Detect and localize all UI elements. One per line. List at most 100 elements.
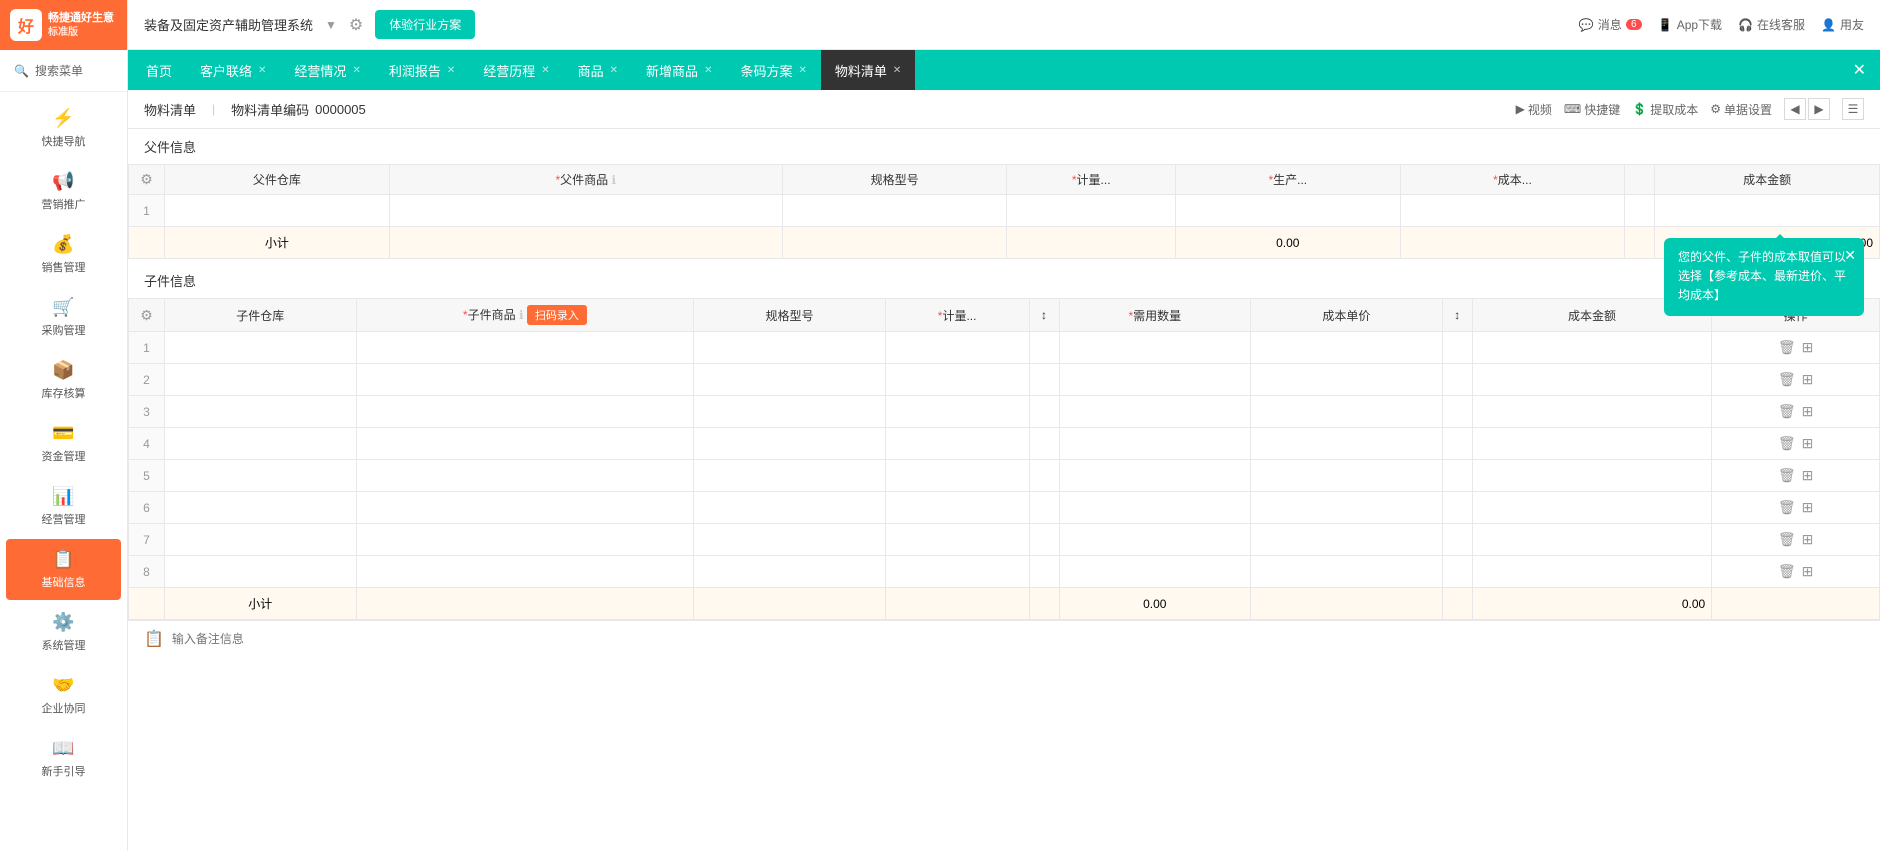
view-action[interactable]: ▶ 视频 bbox=[1516, 101, 1552, 118]
search-menu-button[interactable]: 🔍 搜索菜单 bbox=[8, 58, 119, 83]
parent-settings-gear-icon[interactable]: ⚙ bbox=[140, 171, 153, 187]
child-warehouse-3[interactable] bbox=[165, 396, 357, 428]
child-product-4[interactable] bbox=[356, 428, 694, 460]
child-warehouse-2[interactable] bbox=[165, 364, 357, 396]
child-warehouse-6[interactable] bbox=[165, 492, 357, 524]
tab-goods[interactable]: 商品 ✕ bbox=[564, 50, 632, 90]
close-profit-tab-icon[interactable]: ✕ bbox=[447, 65, 455, 76]
sidebar-item-system[interactable]: ⚙️ 系统管理 bbox=[6, 602, 121, 663]
copy-icon-4[interactable]: ⊞ bbox=[1802, 435, 1814, 452]
child-unit-cost-6[interactable] bbox=[1251, 492, 1443, 524]
delete-icon-3[interactable]: 🗑 bbox=[1778, 403, 1796, 420]
close-barcode-tab-icon[interactable]: ✕ bbox=[798, 65, 806, 76]
delete-icon-5[interactable]: 🗑 bbox=[1778, 467, 1796, 484]
child-spec-2[interactable] bbox=[694, 364, 886, 396]
child-col-settings[interactable]: ⚙ bbox=[129, 299, 165, 332]
child-unit-6[interactable] bbox=[885, 492, 1029, 524]
close-all-tabs-button[interactable]: ✕ bbox=[1843, 60, 1876, 80]
child-spec-6[interactable] bbox=[694, 492, 886, 524]
child-unit-cost-8[interactable] bbox=[1251, 556, 1443, 588]
tab-operations[interactable]: 经营情况 ✕ bbox=[280, 50, 374, 90]
child-product-info-icon[interactable]: ℹ bbox=[519, 308, 524, 322]
delete-icon-7[interactable]: 🗑 bbox=[1778, 531, 1796, 548]
cost-action[interactable]: 💲 提取成本 bbox=[1632, 101, 1698, 118]
child-unit-7[interactable] bbox=[885, 524, 1029, 556]
child-unit-cost-4[interactable] bbox=[1251, 428, 1443, 460]
parent-col-settings[interactable]: ⚙ bbox=[129, 165, 165, 195]
child-spec-7[interactable] bbox=[694, 524, 886, 556]
child-spec-8[interactable] bbox=[694, 556, 886, 588]
app-download-item[interactable]: 📱 App下载 bbox=[1658, 16, 1722, 33]
try-btn[interactable]: 体验行业方案 bbox=[375, 10, 475, 39]
scan-input-button[interactable]: 扫码录入 bbox=[527, 305, 587, 325]
parent-spec-1[interactable] bbox=[782, 195, 1007, 227]
delete-icon-6[interactable]: 🗑 bbox=[1778, 499, 1796, 516]
copy-icon-2[interactable]: ⊞ bbox=[1802, 371, 1814, 388]
sidebar-item-collaboration[interactable]: 🤝 企业协同 bbox=[6, 665, 121, 726]
close-goods-tab-icon[interactable]: ✕ bbox=[610, 65, 618, 76]
tab-profit[interactable]: 利润报告 ✕ bbox=[375, 50, 469, 90]
child-warehouse-8[interactable] bbox=[165, 556, 357, 588]
breadcrumb-bom[interactable]: 物料清单 bbox=[144, 100, 196, 119]
copy-icon-6[interactable]: ⊞ bbox=[1802, 499, 1814, 516]
child-warehouse-4[interactable] bbox=[165, 428, 357, 460]
child-product-2[interactable] bbox=[356, 364, 694, 396]
copy-icon-7[interactable]: ⊞ bbox=[1802, 531, 1814, 548]
child-unit-cost-5[interactable] bbox=[1251, 460, 1443, 492]
settings-gear-icon[interactable]: ⚙ bbox=[349, 15, 363, 35]
user-item[interactable]: 👤 用友 bbox=[1821, 16, 1864, 33]
child-warehouse-1[interactable] bbox=[165, 332, 357, 364]
delete-icon-4[interactable]: 🗑 bbox=[1778, 435, 1796, 452]
parent-product-1[interactable] bbox=[389, 195, 782, 227]
parent-sort-1[interactable] bbox=[1625, 195, 1655, 227]
child-qty-2[interactable] bbox=[1059, 364, 1251, 396]
child-qty-3[interactable] bbox=[1059, 396, 1251, 428]
child-spec-3[interactable] bbox=[694, 396, 886, 428]
child-product-8[interactable] bbox=[356, 556, 694, 588]
sidebar-item-marketing[interactable]: 📢 营销推广 bbox=[6, 161, 121, 222]
child-qty-5[interactable] bbox=[1059, 460, 1251, 492]
child-unit-cost-7[interactable] bbox=[1251, 524, 1443, 556]
delete-icon-1[interactable]: 🗑 bbox=[1778, 339, 1796, 356]
tab-home[interactable]: 首页 bbox=[132, 50, 186, 90]
child-qty-6[interactable] bbox=[1059, 492, 1251, 524]
shortcut-action[interactable]: ⌨ 快捷键 bbox=[1564, 101, 1620, 118]
child-spec-5[interactable] bbox=[694, 460, 886, 492]
child-unit-4[interactable] bbox=[885, 428, 1029, 460]
child-warehouse-5[interactable] bbox=[165, 460, 357, 492]
tab-customer[interactable]: 客户联络 ✕ bbox=[186, 50, 280, 90]
sidebar-item-operations[interactable]: 📊 经营管理 bbox=[6, 476, 121, 537]
child-warehouse-7[interactable] bbox=[165, 524, 357, 556]
child-settings-gear-icon[interactable]: ⚙ bbox=[140, 307, 153, 323]
dropdown-arrow-icon[interactable]: ▼ bbox=[325, 18, 337, 32]
child-unit-8[interactable] bbox=[885, 556, 1029, 588]
child-qty-7[interactable] bbox=[1059, 524, 1251, 556]
copy-icon-3[interactable]: ⊞ bbox=[1802, 403, 1814, 420]
child-qty-4[interactable] bbox=[1059, 428, 1251, 460]
close-history-tab-icon[interactable]: ✕ bbox=[541, 65, 549, 76]
child-qty-8[interactable] bbox=[1059, 556, 1251, 588]
delete-icon-8[interactable]: 🗑 bbox=[1778, 563, 1796, 580]
child-product-1[interactable] bbox=[356, 332, 694, 364]
sidebar-item-guide[interactable]: 📖 新手引导 bbox=[6, 728, 121, 789]
tab-new-goods[interactable]: 新增商品 ✕ bbox=[632, 50, 726, 90]
grid-settings-button[interactable]: ☰ bbox=[1842, 98, 1864, 120]
child-unit-5[interactable] bbox=[885, 460, 1029, 492]
child-product-3[interactable] bbox=[356, 396, 694, 428]
settings-action[interactable]: ⚙ 单据设置 bbox=[1710, 101, 1772, 118]
child-unit-2[interactable] bbox=[885, 364, 1029, 396]
sidebar-item-finance[interactable]: 💳 资金管理 bbox=[6, 413, 121, 474]
child-qty-1[interactable] bbox=[1059, 332, 1251, 364]
sidebar-item-purchase[interactable]: 🛒 采购管理 bbox=[6, 287, 121, 348]
tooltip-close-button[interactable]: ✕ bbox=[1844, 244, 1856, 266]
close-new-goods-tab-icon[interactable]: ✕ bbox=[704, 65, 712, 76]
message-item[interactable]: 💬 消息 6 bbox=[1579, 16, 1642, 33]
child-spec-4[interactable] bbox=[694, 428, 886, 460]
sidebar-item-basic-info[interactable]: 📋 基础信息 bbox=[6, 539, 121, 600]
sidebar-item-sales[interactable]: 💰 销售管理 bbox=[6, 224, 121, 285]
child-unit-cost-3[interactable] bbox=[1251, 396, 1443, 428]
parent-production-1[interactable] bbox=[1175, 195, 1400, 227]
child-unit-cost-2[interactable] bbox=[1251, 364, 1443, 396]
product-info-icon[interactable]: ℹ bbox=[611, 173, 616, 187]
nav-next-button[interactable]: ▶ bbox=[1808, 98, 1830, 120]
